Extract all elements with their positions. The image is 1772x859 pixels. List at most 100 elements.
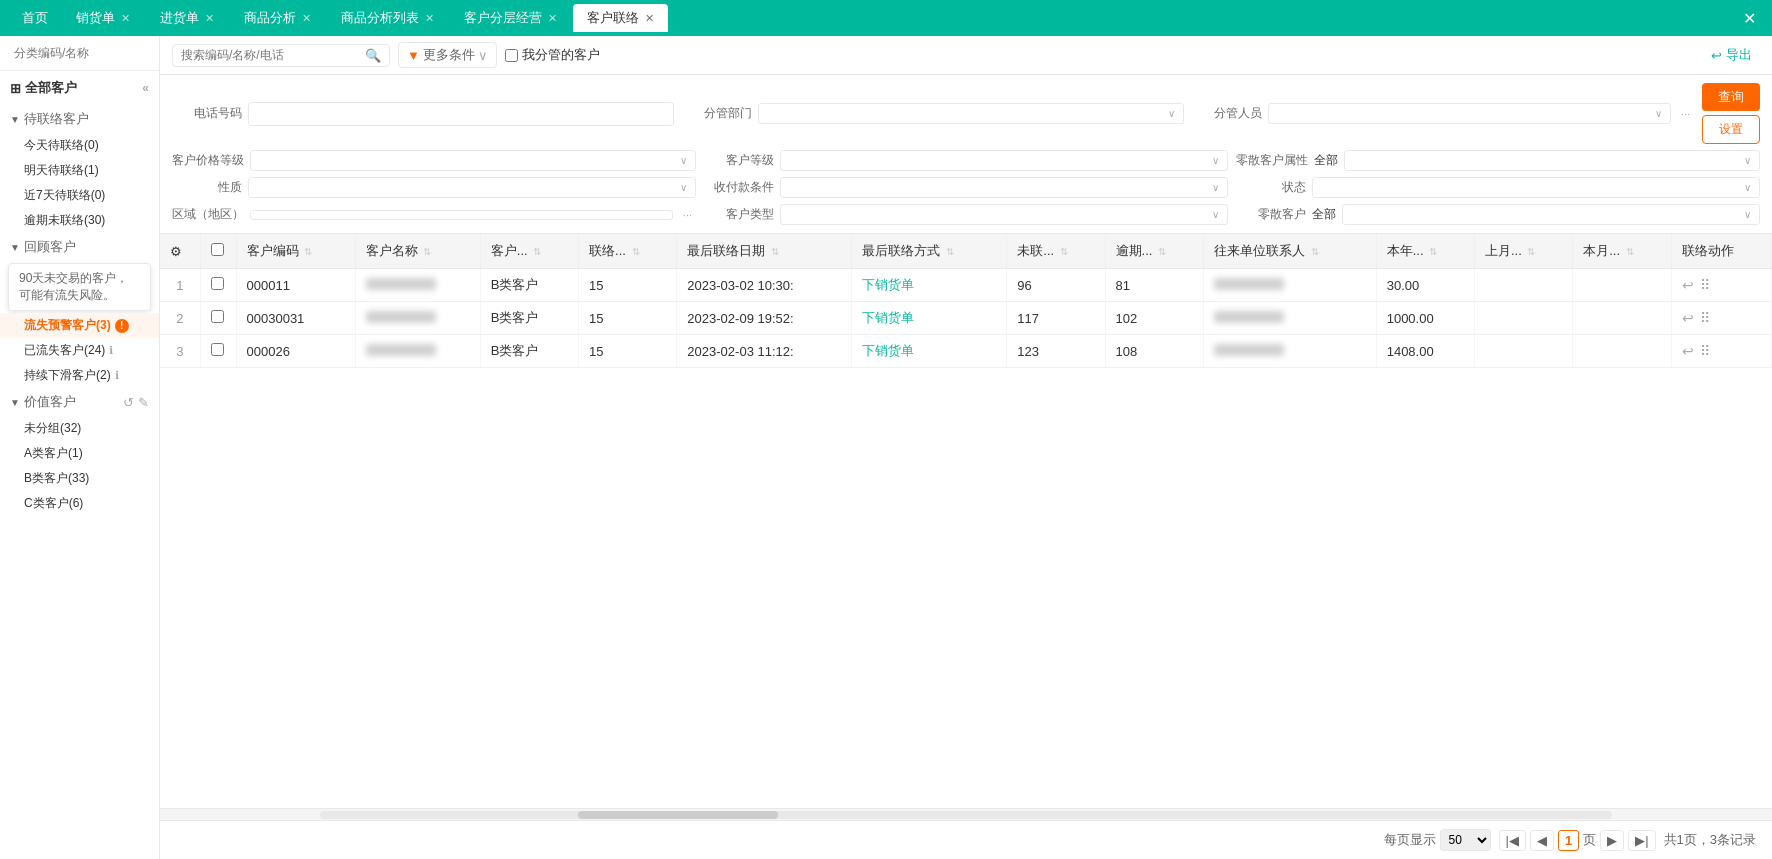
sidebar-item-today-contact[interactable]: 今天待联络(0) — [0, 133, 159, 158]
action-contact-icon[interactable]: ↩ — [1682, 277, 1694, 293]
toolbar: 🔍 ▼ 更多条件 ∨ 我分管的客户 ↩ 导出 — [160, 36, 1772, 75]
row-last-date: 2023-02-03 11:12: — [677, 335, 852, 368]
page-first-btn[interactable]: |◀ — [1499, 830, 1526, 851]
sidebar-item-class-b[interactable]: B类客户(33) — [0, 466, 159, 491]
page-next-btn[interactable]: ▶ — [1600, 830, 1624, 851]
settings-btn[interactable]: 设置 — [1702, 115, 1760, 144]
sidebar-item-unclassified[interactable]: 未分组(32) — [0, 416, 159, 441]
row-checkbox[interactable] — [211, 310, 224, 323]
filter-btn[interactable]: ▼ 更多条件 ∨ — [398, 42, 497, 68]
row-last-way-link[interactable]: 下销货单 — [862, 343, 914, 358]
filter-row-1: 电话号码 分管部门 ∨ 分管人员 ∨ ··· — [172, 83, 1760, 144]
action-more-icon[interactable]: ⠿ — [1700, 277, 1710, 293]
page-last-btn[interactable]: ▶| — [1628, 830, 1655, 851]
window-close-button[interactable]: ✕ — [1735, 9, 1764, 28]
filter-icon: ▼ — [407, 48, 420, 63]
filter-customer-level-select[interactable]: ∨ — [780, 150, 1228, 171]
filter-region-select[interactable] — [250, 210, 673, 220]
sidebar-item-tomorrow-contact[interactable]: 明天待联络(1) — [0, 158, 159, 183]
row-checkbox-cell — [200, 302, 236, 335]
tab-analysis-list-close[interactable]: ✕ — [425, 12, 434, 25]
tab-analysis-list[interactable]: 商品分析列表 ✕ — [327, 4, 448, 32]
horizontal-scrollbar[interactable] — [160, 808, 1772, 820]
sidebar-item-class-a[interactable]: A类客户(1) — [0, 441, 159, 466]
row-last-date: 2023-03-02 10:30: — [677, 269, 852, 302]
table-row: 2 00030031 B类客户 15 2023-02-09 19:52: 下销货… — [160, 302, 1772, 335]
sidebar-group-lost[interactable]: ▼ 回顾客户 — [0, 233, 159, 261]
person-more-btn[interactable]: ··· — [1677, 106, 1694, 122]
tab-customer-segment-close[interactable]: ✕ — [548, 12, 557, 25]
sort-icon: ⇅ — [533, 246, 541, 257]
sidebar-root[interactable]: ⊞ 全部客户 « — [0, 71, 159, 105]
filter-status-label: 状态 — [1236, 179, 1306, 196]
sparse-customer-arrow-icon: ∨ — [1744, 209, 1751, 220]
my-customers-checkbox[interactable] — [505, 49, 518, 62]
page-prev-btn[interactable]: ◀ — [1530, 830, 1554, 851]
per-page-select[interactable]: 50 100 200 — [1440, 829, 1491, 851]
tab-customer-segment[interactable]: 客户分层经营 ✕ — [450, 4, 571, 32]
tab-purchase[interactable]: 进货单 ✕ — [146, 4, 228, 32]
filter-nature-select[interactable]: ∨ — [248, 177, 696, 198]
tab-customer-link[interactable]: 客户联络 ✕ — [573, 4, 668, 32]
filter-status-select[interactable]: ∨ — [1312, 177, 1760, 198]
action-more-icon[interactable]: ⠿ — [1700, 310, 1710, 326]
sidebar-group-pending[interactable]: ▼ 待联络客户 — [0, 105, 159, 133]
row-checkbox[interactable] — [211, 343, 224, 356]
th-this-month: 本月... ⇅ — [1573, 234, 1671, 269]
search-input[interactable] — [181, 48, 361, 62]
filter-customer-type-select[interactable]: ∨ — [780, 204, 1228, 225]
sort-icon: ⇅ — [771, 246, 779, 257]
filter-sparse-customer-select[interactable]: ∨ — [1342, 204, 1760, 225]
row-overdue: 102 — [1105, 302, 1203, 335]
sidebar-item-overdue-contact[interactable]: 逾期未联络(30) — [0, 208, 159, 233]
filter-payment-select[interactable]: ∨ — [780, 177, 1228, 198]
refresh-icon[interactable]: ↺ — [123, 395, 134, 410]
tab-sales-close[interactable]: ✕ — [121, 12, 130, 25]
row-code: 000011 — [236, 269, 355, 302]
filter-dept-select[interactable]: ∨ — [758, 103, 1184, 124]
sidebar-item-week-contact[interactable]: 近7天待联络(0) — [0, 183, 159, 208]
tab-analysis-close[interactable]: ✕ — [302, 12, 311, 25]
sidebar-group-value[interactable]: ▼ 价值客户 ↺ ✎ — [0, 388, 159, 416]
search-icon[interactable]: 🔍 — [365, 48, 381, 63]
action-contact-icon[interactable]: ↩ — [1682, 343, 1694, 359]
row-last-way-link[interactable]: 下销货单 — [862, 277, 914, 292]
filter-customer-type-label: 客户类型 — [704, 206, 774, 223]
row-company-contact — [1203, 335, 1376, 368]
export-btn[interactable]: ↩ 导出 — [1703, 43, 1760, 67]
tab-customer-link-close[interactable]: ✕ — [645, 12, 654, 25]
settings-icon[interactable]: ⚙ — [170, 244, 182, 259]
action-contact-icon[interactable]: ↩ — [1682, 310, 1694, 326]
tab-sales[interactable]: 销货单 ✕ — [62, 4, 144, 32]
region-more-btn[interactable]: ··· — [679, 207, 696, 223]
filter-price-level-select[interactable]: ∨ — [250, 150, 696, 171]
filter-sparse-attr-select[interactable]: ∨ — [1344, 150, 1760, 171]
sidebar-item-churn-warning[interactable]: 流失预警客户(3) ! — [0, 313, 159, 338]
filter-person-select[interactable]: ∨ — [1268, 103, 1671, 124]
sidebar-collapse-btn[interactable]: « — [142, 81, 149, 95]
scrollbar-thumb[interactable] — [578, 811, 778, 819]
row-this-month — [1573, 269, 1671, 302]
dept-arrow-icon: ∨ — [1168, 108, 1175, 119]
filter-phone-input[interactable] — [248, 102, 674, 126]
sidebar-item-already-lost[interactable]: 已流失客户(24) ℹ — [0, 338, 159, 363]
sidebar-item-class-c[interactable]: C类客户(6) — [0, 491, 159, 516]
select-all-checkbox[interactable] — [211, 243, 224, 256]
sort-icon: ⇅ — [1158, 246, 1166, 257]
tab-analysis[interactable]: 商品分析 ✕ — [230, 4, 325, 32]
row-checkbox[interactable] — [211, 277, 224, 290]
edit-icon[interactable]: ✎ — [138, 395, 149, 410]
query-btn[interactable]: 查询 — [1702, 83, 1760, 111]
filter-phone: 电话号码 — [172, 102, 674, 126]
tab-home[interactable]: 首页 — [8, 9, 62, 27]
tab-purchase-close[interactable]: ✕ — [205, 12, 214, 25]
action-more-icon[interactable]: ⠿ — [1700, 343, 1710, 359]
sidebar-item-keep-down[interactable]: 持续下滑客户(2) ℹ — [0, 363, 159, 388]
row-last-way-link[interactable]: 下销货单 — [862, 310, 914, 325]
arrow-down-icon-2: ▼ — [10, 242, 20, 253]
th-checkbox — [200, 234, 236, 269]
th-last-way: 最后联络方式 ⇅ — [852, 234, 1007, 269]
status-arrow-icon: ∨ — [1744, 182, 1751, 193]
sidebar-search-input[interactable] — [10, 44, 160, 62]
my-customers-checkbox-label[interactable]: 我分管的客户 — [505, 46, 600, 64]
